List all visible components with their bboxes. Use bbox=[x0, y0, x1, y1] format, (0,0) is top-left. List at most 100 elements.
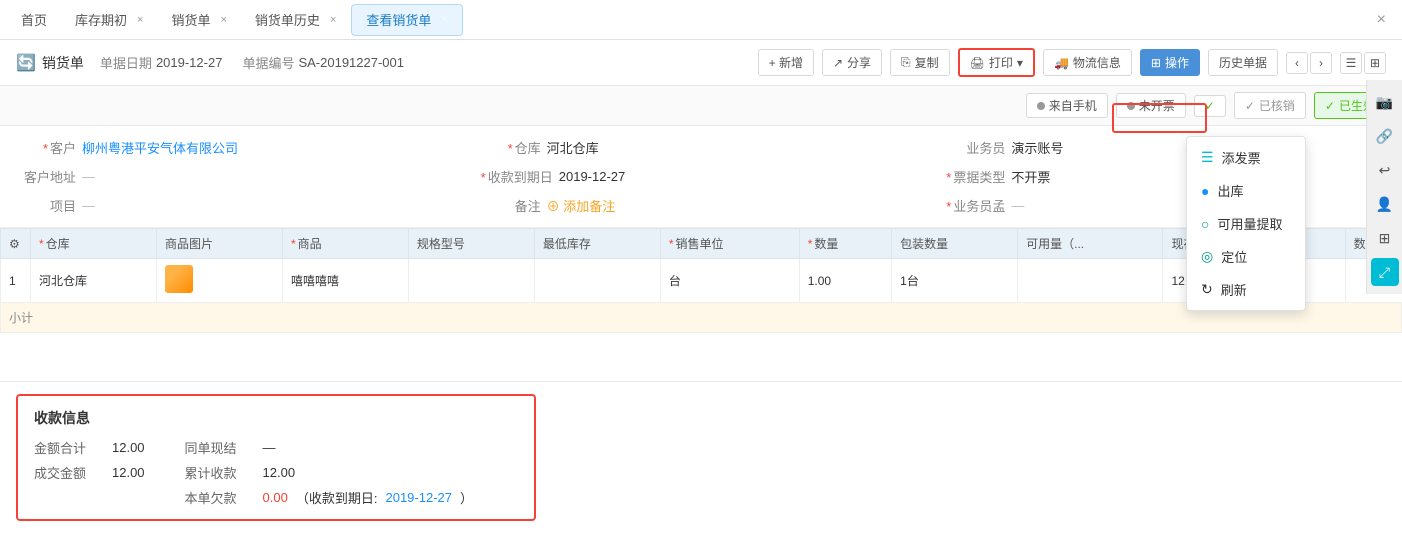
col-image: 商品图片 bbox=[156, 229, 282, 259]
operations-button[interactable]: ⊞ 操作 bbox=[1140, 49, 1200, 76]
row-spec bbox=[408, 259, 534, 303]
product-image bbox=[165, 265, 193, 293]
history-button[interactable]: 历史单据 bbox=[1208, 49, 1278, 76]
address-value: — bbox=[82, 169, 95, 184]
camera-icon[interactable]: 📷 bbox=[1371, 88, 1399, 116]
doc-number-label: 单据编号 bbox=[242, 53, 294, 72]
locate-item[interactable]: ◎ 定位 bbox=[1187, 240, 1305, 273]
col-spec: 规格型号 bbox=[408, 229, 534, 259]
cancel-status-button[interactable]: ✓ 已核销 bbox=[1234, 92, 1306, 119]
tab-sales-history-close[interactable]: × bbox=[330, 14, 336, 26]
warehouse-field: *仓库 河北仓库 bbox=[481, 138, 922, 157]
same-order-label: 同单现结 bbox=[185, 438, 255, 457]
window-close-button[interactable]: × bbox=[1369, 11, 1394, 29]
new-button[interactable]: + 新增 bbox=[758, 49, 814, 76]
customer-label: *客户 bbox=[16, 138, 76, 157]
second-toolbar: 来自手机 未开票 ✓ ✓ 已核销 ✓ 已生效 bbox=[0, 86, 1402, 126]
row-unit: 台 bbox=[660, 259, 799, 303]
staff-field: 业务员 演示账号 bbox=[945, 138, 1386, 157]
total-row: 金额合计 12.00 bbox=[34, 438, 145, 457]
col-available: 可用量（... bbox=[1018, 229, 1163, 259]
tab-inventory-init[interactable]: 库存期初 × bbox=[62, 4, 156, 36]
from-phone-button[interactable]: 来自手机 bbox=[1026, 93, 1108, 118]
tab-bar: 首页 库存期初 × 销货单 × 销货单历史 × 查看销货单 × × bbox=[0, 0, 1402, 40]
tab-sales-order-close[interactable]: × bbox=[220, 14, 226, 26]
tab-home-label: 首页 bbox=[21, 10, 47, 29]
payment-date-field: *收款到期日 2019-12-27 bbox=[481, 167, 922, 186]
grid-view-icon[interactable]: ⊞ bbox=[1364, 52, 1386, 74]
user-icon[interactable]: 👤 bbox=[1371, 190, 1399, 218]
logistics-button[interactable]: 🚚 物流信息 bbox=[1043, 49, 1132, 76]
tab-view-sales[interactable]: 查看销货单 × bbox=[351, 4, 462, 36]
not-open-button[interactable]: 未开票 bbox=[1116, 93, 1186, 118]
col-warehouse: *仓库 bbox=[31, 229, 157, 259]
add-invoice-icon: ☰ bbox=[1201, 149, 1214, 166]
link-icon[interactable]: 🔗 bbox=[1371, 122, 1399, 150]
add-invoice-item[interactable]: ☰ 添发票 bbox=[1187, 141, 1305, 174]
undo-icon[interactable]: ↩ bbox=[1371, 156, 1399, 184]
check-button[interactable]: ✓ bbox=[1194, 95, 1226, 117]
doc-meta: 单据日期 2019-12-27 单据编号 SA-20191227-001 bbox=[100, 53, 404, 72]
owe-label: 本单欠款 bbox=[185, 488, 255, 507]
form-row-2: 客户地址 — *收款到期日 2019-12-27 *票据类型 不开票 bbox=[16, 167, 1386, 186]
owe-value: 0.00 bbox=[263, 490, 288, 505]
staff-label: 业务员 bbox=[945, 138, 1005, 157]
grid-icon[interactable]: ⊞ bbox=[1371, 224, 1399, 252]
share-button[interactable]: ↗ 分享 bbox=[822, 49, 882, 76]
not-open-dot bbox=[1127, 102, 1135, 110]
doc-date-field: 单据日期 2019-12-27 bbox=[100, 53, 223, 72]
customer-value[interactable]: 柳州粤港平安气体有限公司 bbox=[82, 138, 238, 157]
available-pick-item[interactable]: ○ 可用量提取 bbox=[1187, 207, 1305, 240]
doc-date-label: 单据日期 bbox=[100, 53, 152, 72]
add-remark-button[interactable]: ⊕ 添加备注 bbox=[547, 196, 616, 215]
doc-title-text: 销货单 bbox=[42, 53, 84, 73]
list-view-icon[interactable]: ☰ bbox=[1340, 52, 1362, 74]
print-button[interactable]: 🖨 打印 ▾ bbox=[958, 48, 1035, 77]
tab-view-sales-close[interactable]: × bbox=[441, 14, 447, 26]
deal-amount-value: 12.00 bbox=[112, 465, 145, 480]
col-unit: *销售单位 bbox=[660, 229, 799, 259]
outbound-icon: ● bbox=[1201, 183, 1209, 199]
tab-view-sales-label: 查看销货单 bbox=[366, 10, 431, 29]
from-phone-dot bbox=[1037, 102, 1045, 110]
copy-button[interactable]: ⎘ 复制 bbox=[890, 49, 950, 76]
total-label: 金额合计 bbox=[34, 438, 104, 457]
doc-number-value: SA-20191227-001 bbox=[298, 55, 404, 70]
next-button[interactable]: › bbox=[1310, 52, 1332, 74]
col-product: *商品 bbox=[282, 229, 408, 259]
tab-sales-history-label: 销货单历史 bbox=[255, 10, 320, 29]
row-image bbox=[156, 259, 282, 303]
payment-date-label: *收款到期日 bbox=[481, 167, 553, 186]
refresh-icon: ↻ bbox=[1201, 281, 1213, 298]
owe-hint: （收款到期日: bbox=[296, 488, 378, 507]
doc-title-icon: 🔄 bbox=[16, 53, 36, 73]
right-icon-panel: 📷 🔗 ↩ 👤 ⊞ ⤢ bbox=[1366, 80, 1402, 294]
tab-inventory-init-close[interactable]: × bbox=[137, 14, 143, 26]
outbound-item[interactable]: ● 出库 bbox=[1187, 174, 1305, 207]
owe-row: 本单欠款 0.00 （收款到期日: 2019-12-27 ） bbox=[185, 488, 473, 507]
tab-sales-history[interactable]: 销货单历史 × bbox=[242, 4, 349, 36]
locate-icon: ◎ bbox=[1201, 248, 1213, 265]
form-row-3: 项目 — 备注 ⊕ 添加备注 *业务员孟 — bbox=[16, 196, 1386, 215]
outbound-label: 出库 bbox=[1217, 181, 1243, 200]
doc-header: 🔄 销货单 单据日期 2019-12-27 单据编号 SA-20191227-0… bbox=[0, 40, 1402, 86]
doc-number-field: 单据编号 SA-20191227-001 bbox=[242, 53, 404, 72]
total-value: 12.00 bbox=[112, 440, 145, 455]
receipt-col-right: 同单现结 — 累计收款 12.00 本单欠款 0.00 （收款到期日: 2019… bbox=[185, 438, 473, 507]
ticket-type-value: 不开票 bbox=[1011, 167, 1050, 186]
row-no: 1 bbox=[1, 259, 31, 303]
refresh-item[interactable]: ↻ 刷新 bbox=[1187, 273, 1305, 306]
receipt-rows: 金额合计 12.00 成交金额 12.00 同单现结 — 累计收款 bbox=[34, 438, 518, 507]
tab-sales-order[interactable]: 销货单 × bbox=[158, 4, 239, 36]
nav-arrows: ‹ › bbox=[1286, 52, 1332, 74]
warehouse-label: *仓库 bbox=[481, 138, 541, 157]
refresh-label: 刷新 bbox=[1221, 280, 1247, 299]
prev-button[interactable]: ‹ bbox=[1286, 52, 1308, 74]
tab-home[interactable]: 首页 bbox=[8, 4, 60, 36]
expand-icon[interactable]: ⤢ bbox=[1371, 258, 1399, 286]
col-settings: ⚙ bbox=[1, 229, 31, 259]
address-label: 客户地址 bbox=[16, 167, 76, 186]
locate-label: 定位 bbox=[1221, 247, 1247, 266]
deal-amount-row: 成交金额 12.00 bbox=[34, 463, 145, 482]
view-icons: ☰ ⊞ bbox=[1340, 52, 1386, 74]
